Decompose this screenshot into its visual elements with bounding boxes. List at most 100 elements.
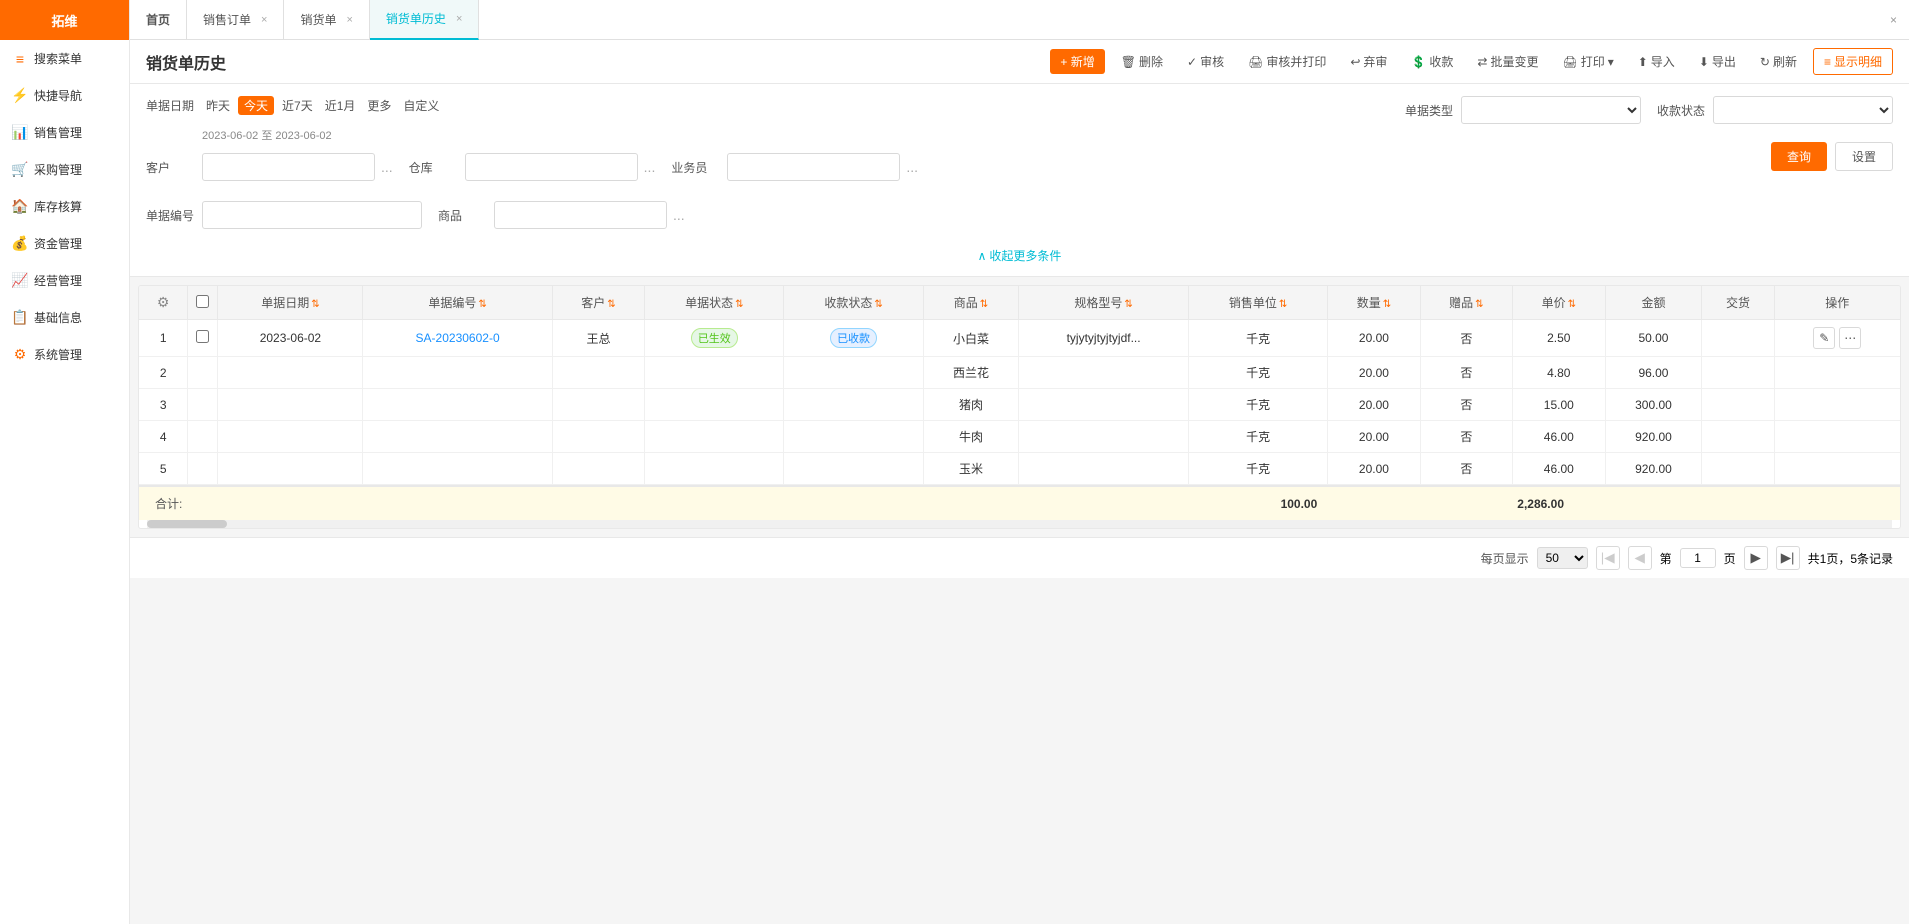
collect-button[interactable]: 💲 收款: [1403, 49, 1461, 74]
sidebar-item-sales-mgmt[interactable]: 📊 销售管理: [0, 114, 129, 151]
cell-docno[interactable]: [363, 357, 552, 389]
cell-action[interactable]: ✎⋯: [1774, 320, 1900, 357]
show-detail-button[interactable]: ≡ 显示明细: [1813, 48, 1893, 75]
cell-amount: 50.00: [1605, 320, 1702, 357]
tab-sales-delivery[interactable]: 销货单 ×: [284, 0, 369, 40]
delete-button[interactable]: 🗑 删除: [1113, 49, 1171, 74]
audit-button[interactable]: ✓ 审核: [1179, 49, 1232, 74]
warehouse-dots[interactable]: ...: [644, 159, 656, 175]
setting-button[interactable]: 设置: [1835, 142, 1893, 171]
sort-unit-icon[interactable]: ⇅: [1279, 299, 1287, 310]
cell-docno[interactable]: [363, 421, 552, 453]
salesperson-dots[interactable]: ...: [906, 159, 918, 175]
sidebar-item-quick-nav[interactable]: ⚡ 快捷导航: [0, 77, 129, 114]
cell-qty: 20.00: [1328, 453, 1420, 485]
sidebar-item-operations[interactable]: 📈 经营管理: [0, 262, 129, 299]
sort-paymentstatus-icon[interactable]: ⇅: [874, 299, 882, 310]
collapse-filter-btn[interactable]: ∧ 收起更多条件: [978, 247, 1062, 264]
row-checkbox-cell[interactable]: [188, 357, 218, 389]
sort-customer-icon[interactable]: ⇅: [607, 299, 615, 310]
goods-input[interactable]: [494, 201, 667, 229]
doc-type-select[interactable]: [1461, 96, 1641, 124]
sidebar-item-purchase-mgmt[interactable]: 🛒 采购管理: [0, 151, 129, 188]
shortcut-custom[interactable]: 自定义: [399, 96, 443, 115]
batch-change-button[interactable]: ⇄ 批量变更: [1469, 49, 1546, 74]
goods-dots[interactable]: ...: [673, 207, 685, 223]
tab-sales-order[interactable]: 销售订单 ×: [187, 0, 284, 40]
new-button[interactable]: + 新增: [1050, 49, 1104, 74]
cell-docno[interactable]: [363, 389, 552, 421]
row-checkbox-cell[interactable]: [188, 389, 218, 421]
cell-docno[interactable]: [363, 453, 552, 485]
sidebar-item-inventory[interactable]: 🏠 库存核算: [0, 188, 129, 225]
refresh-button[interactable]: ↻ 刷新: [1752, 49, 1805, 74]
filter-warehouse: 仓库 ...: [409, 153, 656, 181]
scrollbar-thumb[interactable]: [147, 520, 227, 528]
doc-no-link-0[interactable]: SA-20230602-0: [416, 331, 500, 345]
more-btn-0[interactable]: ⋯: [1839, 327, 1861, 349]
cell-transaction: [1702, 357, 1774, 389]
horizontal-scrollbar[interactable]: [147, 520, 1892, 528]
row-checkbox-cell[interactable]: [188, 453, 218, 485]
next-page-btn[interactable]: ▶: [1744, 546, 1768, 570]
th-payment-status: 收款状态⇅: [784, 286, 923, 320]
tab-home[interactable]: 首页: [130, 0, 187, 40]
docno-input[interactable]: [202, 201, 422, 229]
sidebar-item-system-mgmt[interactable]: ⚙ 系统管理: [0, 336, 129, 373]
cell-action[interactable]: [1774, 421, 1900, 453]
footer-total-qty: 100.00: [1281, 497, 1318, 511]
row-num: 5: [139, 453, 188, 485]
import-button[interactable]: ⬆ 导入: [1630, 49, 1683, 74]
shortcut-yesterday[interactable]: 昨天: [202, 96, 234, 115]
table-row: 12023-06-02SA-20230602-0王总已生效已收款小白菜tyjyt…: [139, 320, 1900, 357]
abandon-button[interactable]: ↩ 弃审: [1342, 49, 1395, 74]
row-checkbox-cell[interactable]: [188, 421, 218, 453]
first-page-btn[interactable]: |◀: [1596, 546, 1620, 570]
payment-status-select[interactable]: [1713, 96, 1893, 124]
cell-action[interactable]: [1774, 453, 1900, 485]
print-button[interactable]: 🖨 打印 ▾: [1554, 49, 1621, 74]
sort-date-icon[interactable]: ⇅: [311, 299, 319, 310]
sidebar-item-search-menu[interactable]: ≡ 搜索菜单: [0, 40, 129, 77]
cell-gift: 否: [1420, 320, 1512, 357]
page-size-select[interactable]: 50 100: [1537, 547, 1588, 569]
edit-btn-0[interactable]: ✎: [1813, 327, 1835, 349]
tabbar-close-btn[interactable]: ×: [1878, 13, 1909, 27]
sort-docno-icon[interactable]: ⇅: [478, 299, 486, 310]
th-settings[interactable]: ⚙: [139, 286, 188, 320]
sidebar-item-finance[interactable]: 💰 资金管理: [0, 225, 129, 262]
salesperson-input[interactable]: [727, 153, 900, 181]
sort-spec-icon[interactable]: ⇅: [1124, 299, 1132, 310]
sort-gift-icon[interactable]: ⇅: [1475, 299, 1483, 310]
cell-docno[interactable]: SA-20230602-0: [363, 320, 552, 357]
sort-docstatus-icon[interactable]: ⇅: [735, 299, 743, 310]
audit-print-button[interactable]: 🖨 审核并打印: [1240, 49, 1334, 74]
query-button[interactable]: 查询: [1771, 142, 1827, 171]
tab-sales-history[interactable]: 销货单历史 ×: [370, 0, 479, 40]
row-checkbox-cell[interactable]: [188, 320, 218, 357]
sort-qty-icon[interactable]: ⇅: [1383, 299, 1391, 310]
cell-customer: [552, 389, 644, 421]
customer-dots[interactable]: ...: [381, 159, 393, 175]
tab-sales-delivery-close[interactable]: ×: [346, 14, 352, 26]
tab-sales-history-close[interactable]: ×: [456, 13, 462, 25]
sidebar-item-basic-info[interactable]: 📋 基础信息: [0, 299, 129, 336]
cell-action[interactable]: [1774, 389, 1900, 421]
warehouse-input[interactable]: [465, 153, 638, 181]
shortcut-today[interactable]: 今天: [238, 96, 274, 115]
shortcut-more[interactable]: 更多: [363, 96, 395, 115]
sort-goods-icon[interactable]: ⇅: [980, 299, 988, 310]
shortcut-1month[interactable]: 近1月: [321, 96, 360, 115]
purchase-icon: 🛒: [12, 162, 28, 178]
page-number-input[interactable]: [1680, 548, 1716, 568]
shortcut-7days[interactable]: 近7天: [278, 96, 317, 115]
row-checkbox-0[interactable]: [196, 330, 209, 343]
sort-unitprice-icon[interactable]: ⇅: [1568, 299, 1576, 310]
select-all-checkbox[interactable]: [196, 295, 209, 308]
export-button[interactable]: ⬇ 导出: [1691, 49, 1744, 74]
tab-sales-order-close[interactable]: ×: [261, 14, 267, 26]
cell-action[interactable]: [1774, 357, 1900, 389]
last-page-btn[interactable]: ▶|: [1776, 546, 1800, 570]
customer-input[interactable]: [202, 153, 375, 181]
prev-page-btn[interactable]: ◀: [1628, 546, 1652, 570]
